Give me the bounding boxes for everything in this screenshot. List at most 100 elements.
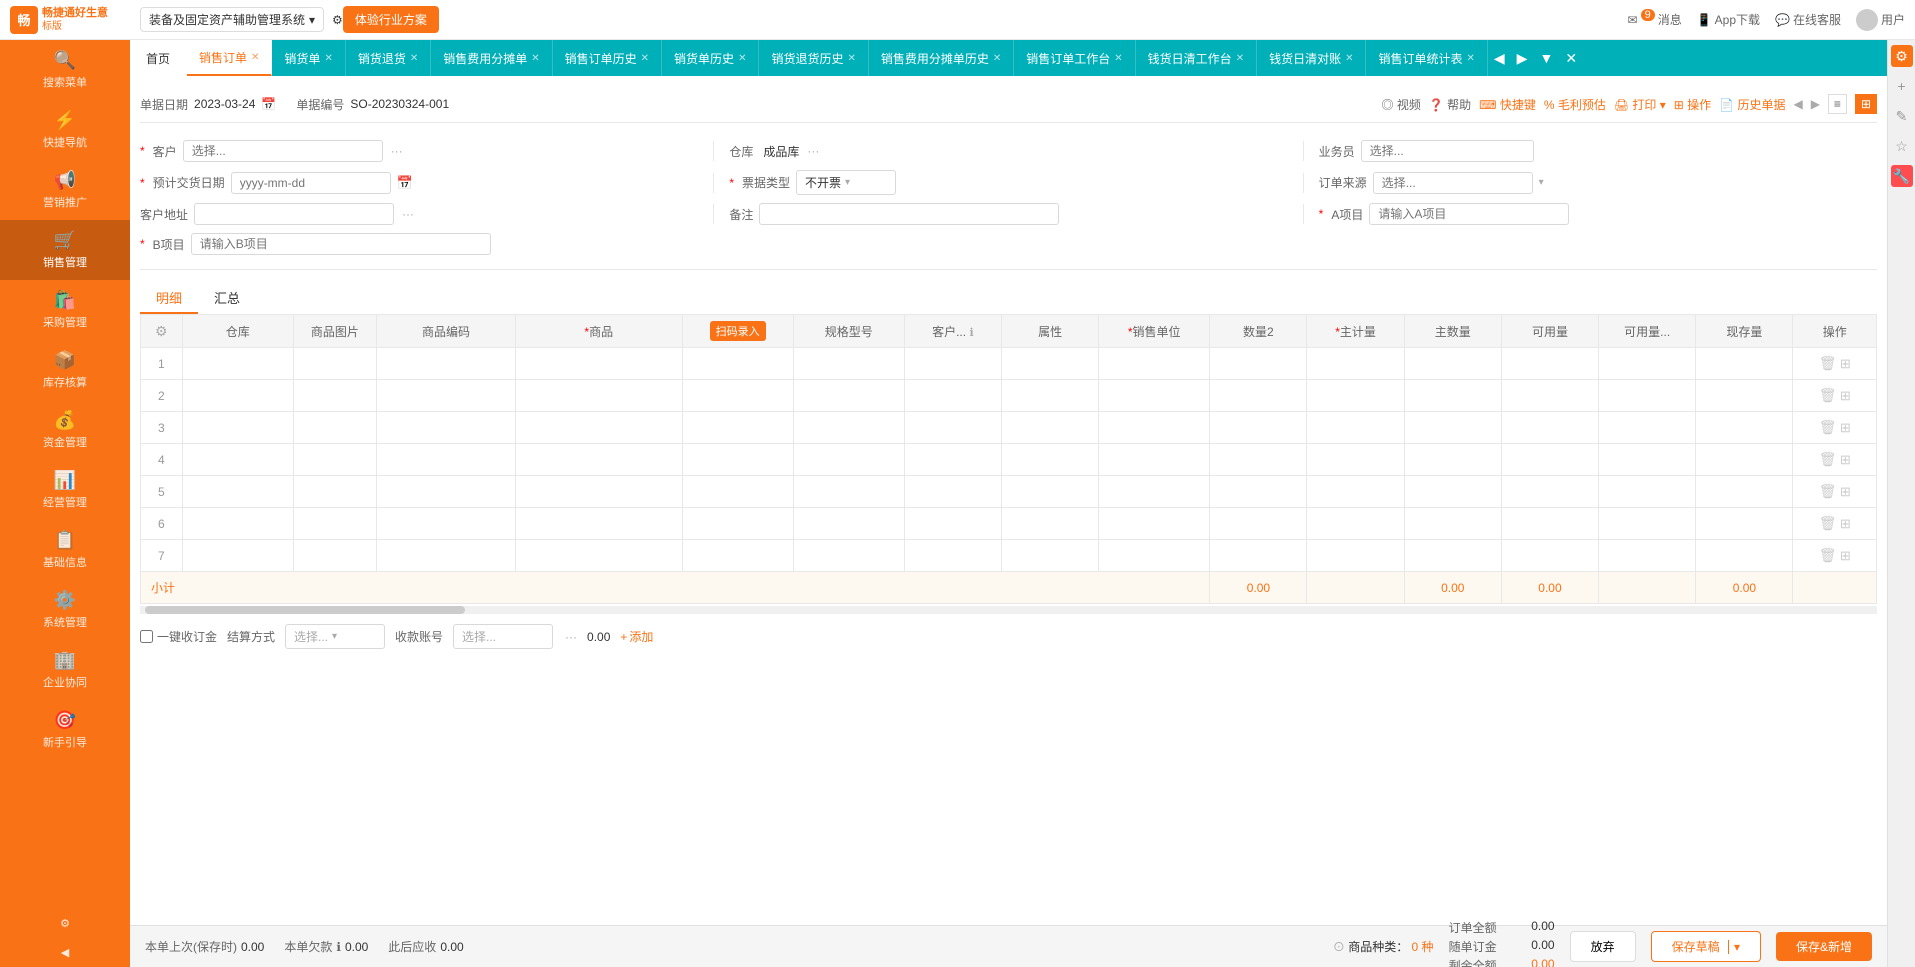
tab-order-history[interactable]: 销售订单历史 ✕ bbox=[553, 40, 662, 76]
tab-close-icon[interactable]: ✕ bbox=[993, 53, 1001, 64]
qty2-cell[interactable] bbox=[1210, 380, 1307, 412]
qty2-cell[interactable] bbox=[1210, 476, 1307, 508]
warehouse-cell[interactable] bbox=[182, 348, 293, 380]
th-settings[interactable]: ⚙ bbox=[141, 315, 183, 348]
tab-home[interactable]: 首页 bbox=[130, 40, 187, 76]
attribute-cell[interactable] bbox=[1001, 476, 1098, 508]
main-unit-cell[interactable] bbox=[1307, 540, 1404, 572]
main-qty-cell[interactable] bbox=[1404, 476, 1501, 508]
delivery-date-input[interactable] bbox=[231, 172, 391, 194]
tab-close-icon[interactable]: ✕ bbox=[1345, 53, 1353, 64]
sales-unit-cell[interactable] bbox=[1099, 348, 1210, 380]
copy-row-icon[interactable]: ⊞ bbox=[1840, 356, 1851, 371]
detail-tab-detail[interactable]: 明细 bbox=[140, 283, 198, 314]
tab-fee-history[interactable]: 销售费用分摊单历史 ✕ bbox=[869, 40, 1014, 76]
product-cell[interactable] bbox=[515, 412, 682, 444]
system-selector[interactable]: 装备及固定资产辅助管理系统 ▾ bbox=[140, 7, 324, 32]
customer-code-cell[interactable] bbox=[904, 508, 1001, 540]
customer-code-cell[interactable] bbox=[904, 444, 1001, 476]
sidebar-item-marketing[interactable]: 📢 营销推广 bbox=[0, 160, 130, 220]
product-cell[interactable] bbox=[515, 508, 682, 540]
message-icon-item[interactable]: ✉ 9 消息 bbox=[1628, 11, 1682, 28]
right-add-icon[interactable]: + bbox=[1891, 75, 1913, 97]
tab-close-all-btn[interactable]: ✕ bbox=[1559, 50, 1583, 67]
avail-qty-cell[interactable] bbox=[1501, 540, 1598, 572]
nav-next[interactable]: ▶ bbox=[1811, 97, 1820, 111]
customer-more-icon[interactable]: ··· bbox=[391, 144, 403, 158]
sales-unit-cell[interactable] bbox=[1099, 476, 1210, 508]
tab-close-icon[interactable]: ✕ bbox=[847, 53, 855, 64]
tab-return-history[interactable]: 销货退货历史 ✕ bbox=[759, 40, 868, 76]
right-settings-icon[interactable]: ⚙ bbox=[1891, 45, 1913, 67]
tab-invoice-history[interactable]: 销货单历史 ✕ bbox=[662, 40, 759, 76]
current-qty-cell[interactable] bbox=[1696, 348, 1793, 380]
tab-close-icon[interactable]: ✕ bbox=[1467, 53, 1475, 64]
tab-fee-split[interactable]: 销售费用分摊单 ✕ bbox=[431, 40, 552, 76]
sidebar-settings[interactable]: ⚙ bbox=[0, 909, 130, 938]
main-qty-cell[interactable] bbox=[1404, 380, 1501, 412]
product-code-cell[interactable] bbox=[377, 540, 516, 572]
one-click-deposit-checkbox[interactable]: 一键收订金 bbox=[140, 628, 217, 645]
warehouse-more-icon[interactable]: ··· bbox=[807, 144, 819, 158]
spec-cell[interactable] bbox=[793, 412, 904, 444]
tab-close-icon[interactable]: ✕ bbox=[531, 53, 539, 64]
product-code-cell[interactable] bbox=[377, 508, 516, 540]
copy-row-icon[interactable]: ⊞ bbox=[1840, 516, 1851, 531]
attribute-cell[interactable] bbox=[1001, 412, 1098, 444]
spec-cell[interactable] bbox=[793, 476, 904, 508]
delete-row-icon[interactable]: 🗑 bbox=[1819, 547, 1837, 563]
main-qty-cell[interactable] bbox=[1404, 348, 1501, 380]
sidebar-item-enterprise[interactable]: 🏢 企业协同 bbox=[0, 640, 130, 700]
right-tool-icon[interactable]: 🔧 bbox=[1891, 165, 1913, 187]
qty2-cell[interactable] bbox=[1210, 508, 1307, 540]
tab-cashflow-reconcile[interactable]: 钱货日清对账 ✕ bbox=[1257, 40, 1366, 76]
product-cell[interactable] bbox=[515, 476, 682, 508]
tab-close-icon[interactable]: ✕ bbox=[1236, 53, 1244, 64]
product-cell[interactable] bbox=[515, 444, 682, 476]
sidebar-item-operations[interactable]: 📊 经营管理 bbox=[0, 460, 130, 520]
qty2-cell[interactable] bbox=[1210, 348, 1307, 380]
qty2-cell[interactable] bbox=[1210, 412, 1307, 444]
main-unit-cell[interactable] bbox=[1307, 508, 1404, 540]
order-source-input[interactable] bbox=[1373, 172, 1533, 194]
customer-code-cell[interactable] bbox=[904, 476, 1001, 508]
right-edit-icon[interactable]: ✎ bbox=[1891, 105, 1913, 127]
main-unit-cell[interactable] bbox=[1307, 380, 1404, 412]
sales-unit-cell[interactable] bbox=[1099, 508, 1210, 540]
customer-code-cell[interactable] bbox=[904, 412, 1001, 444]
customer-code-cell[interactable] bbox=[904, 380, 1001, 412]
profit-btn[interactable]: % 毛利预估 bbox=[1544, 96, 1606, 113]
detail-tab-summary[interactable]: 汇总 bbox=[198, 283, 256, 314]
discard-button[interactable]: 放弃 bbox=[1570, 931, 1636, 962]
current-qty-cell[interactable] bbox=[1696, 508, 1793, 540]
delete-row-icon[interactable]: 🗑 bbox=[1819, 515, 1837, 531]
avail-qty-cell[interactable] bbox=[1501, 508, 1598, 540]
product-code-cell[interactable] bbox=[377, 444, 516, 476]
account-more-icon[interactable]: ··· bbox=[565, 630, 577, 644]
delete-row-icon[interactable]: 🗑 bbox=[1819, 451, 1837, 467]
sidebar-item-inventory[interactable]: 📦 库存核算 bbox=[0, 340, 130, 400]
save-draft-dropdown-icon[interactable]: ▾ bbox=[1728, 940, 1740, 954]
copy-row-icon[interactable]: ⊞ bbox=[1840, 452, 1851, 467]
spec-cell[interactable] bbox=[793, 444, 904, 476]
one-click-checkbox-input[interactable] bbox=[140, 630, 153, 643]
app-download-item[interactable]: 📱 App下载 bbox=[1697, 11, 1760, 28]
warehouse-cell[interactable] bbox=[182, 508, 293, 540]
settings-icon[interactable]: ⚙ bbox=[332, 13, 343, 27]
sidebar-item-finance[interactable]: 💰 资金管理 bbox=[0, 400, 130, 460]
tab-close-icon[interactable]: ✕ bbox=[251, 52, 259, 63]
tab-sales-return[interactable]: 销货退货 ✕ bbox=[346, 40, 431, 76]
avail-qty-cell[interactable] bbox=[1501, 444, 1598, 476]
current-qty-cell[interactable] bbox=[1696, 412, 1793, 444]
main-qty-cell[interactable] bbox=[1404, 412, 1501, 444]
user-item[interactable]: 用户 bbox=[1856, 9, 1905, 31]
tab-close-icon[interactable]: ✕ bbox=[1114, 53, 1122, 64]
view-toggle-list[interactable]: ≡ bbox=[1828, 94, 1847, 114]
sidebar-item-purchase[interactable]: 🛍️ 采购管理 bbox=[0, 280, 130, 340]
address-more-icon[interactable]: ··· bbox=[402, 207, 414, 221]
invoice-type-select[interactable]: 不开票 ▾ bbox=[796, 170, 896, 195]
address-input[interactable] bbox=[194, 203, 394, 225]
warehouse-cell[interactable] bbox=[182, 444, 293, 476]
attribute-cell[interactable] bbox=[1001, 348, 1098, 380]
sales-unit-cell[interactable] bbox=[1099, 412, 1210, 444]
